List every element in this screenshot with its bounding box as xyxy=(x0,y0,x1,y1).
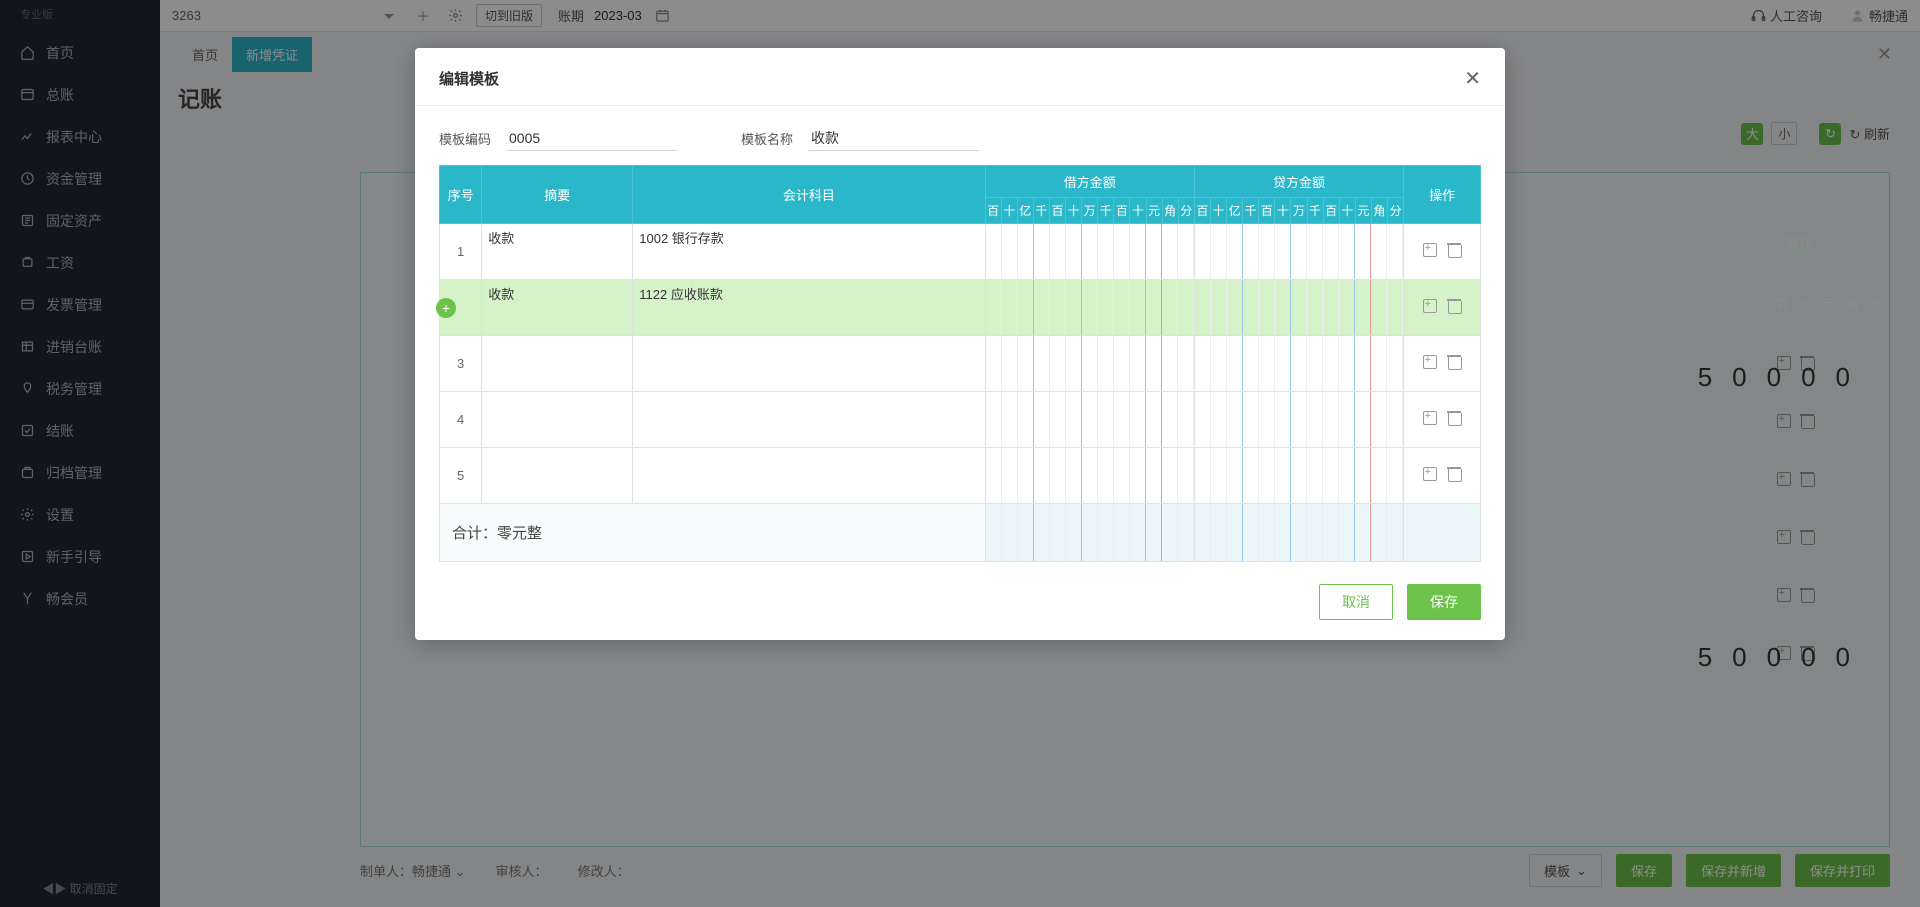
cell-debit[interactable] xyxy=(985,280,1194,336)
th-unit: 十 xyxy=(1001,198,1017,224)
delete-row-icon[interactable] xyxy=(1448,411,1462,425)
cell-debit[interactable] xyxy=(985,448,1194,504)
th-unit: 十 xyxy=(1339,198,1355,224)
template-name-input[interactable] xyxy=(809,126,979,151)
cell-account[interactable]: 1122 应收账款 xyxy=(633,280,985,336)
table-row: 4 xyxy=(440,392,1481,448)
th-unit: 元 xyxy=(1355,198,1371,224)
th-unit: 亿 xyxy=(1227,198,1243,224)
th-summary: 摘要 xyxy=(482,166,633,224)
th-unit: 百 xyxy=(1114,198,1130,224)
cell-seq: 3 xyxy=(440,336,482,392)
cell-ops xyxy=(1404,224,1481,280)
table-row: +收款1122 应收账款 xyxy=(440,280,1481,336)
cell-credit[interactable] xyxy=(1194,448,1403,504)
th-unit: 角 xyxy=(1371,198,1387,224)
th-unit: 分 xyxy=(1387,198,1403,224)
delete-row-icon[interactable] xyxy=(1448,299,1462,313)
edit-template-modal: 编辑模板 ✕ 模板编码 模板名称 序号 摘要 xyxy=(415,48,1505,640)
copy-row-icon[interactable] xyxy=(1423,467,1437,481)
copy-row-icon[interactable] xyxy=(1423,243,1437,257)
th-seq: 序号 xyxy=(440,166,482,224)
th-account: 会计科目 xyxy=(633,166,985,224)
cell-account[interactable] xyxy=(633,392,985,448)
cancel-button[interactable]: 取消 xyxy=(1319,584,1393,620)
th-unit: 百 xyxy=(1259,198,1275,224)
th-unit: 千 xyxy=(1098,198,1114,224)
th-unit: 十 xyxy=(1275,198,1291,224)
th-unit: 元 xyxy=(1146,198,1162,224)
th-unit: 万 xyxy=(1082,198,1098,224)
table-row: 3 xyxy=(440,336,1481,392)
th-unit: 百 xyxy=(985,198,1001,224)
cell-ops xyxy=(1404,336,1481,392)
th-unit: 十 xyxy=(1066,198,1082,224)
cell-debit[interactable] xyxy=(985,392,1194,448)
cell-seq: 5 xyxy=(440,448,482,504)
copy-row-icon[interactable] xyxy=(1423,411,1437,425)
modal-title: 编辑模板 xyxy=(439,68,499,89)
delete-row-icon[interactable] xyxy=(1448,355,1462,369)
th-unit: 百 xyxy=(1194,198,1210,224)
cell-account[interactable] xyxy=(633,336,985,392)
th-unit: 十 xyxy=(1130,198,1146,224)
th-credit: 贷方金额 xyxy=(1194,166,1403,198)
cell-ops xyxy=(1404,448,1481,504)
delete-row-icon[interactable] xyxy=(1448,243,1462,257)
cell-credit[interactable] xyxy=(1194,336,1403,392)
save-button[interactable]: 保存 xyxy=(1407,584,1481,620)
th-ops: 操作 xyxy=(1404,166,1481,224)
th-unit: 亿 xyxy=(1017,198,1033,224)
th-unit: 千 xyxy=(1307,198,1323,224)
cell-account[interactable]: 1002 银行存款 xyxy=(633,224,985,280)
template-code-label: 模板编码 xyxy=(439,129,491,148)
modal-close-icon[interactable]: ✕ xyxy=(1464,66,1481,91)
th-unit: 角 xyxy=(1162,198,1178,224)
th-debit: 借方金额 xyxy=(985,166,1194,198)
th-unit: 百 xyxy=(1049,198,1065,224)
th-unit: 十 xyxy=(1210,198,1226,224)
cell-debit[interactable] xyxy=(985,336,1194,392)
table-row: 1收款1002 银行存款 xyxy=(440,224,1481,280)
cell-credit[interactable] xyxy=(1194,280,1403,336)
cell-debit[interactable] xyxy=(985,224,1194,280)
cell-credit[interactable] xyxy=(1194,224,1403,280)
th-unit: 百 xyxy=(1323,198,1339,224)
th-unit: 分 xyxy=(1178,198,1194,224)
template-code-input[interactable] xyxy=(507,126,677,151)
cell-ops xyxy=(1404,392,1481,448)
copy-row-icon[interactable] xyxy=(1423,355,1437,369)
cell-summary[interactable] xyxy=(482,392,633,448)
th-unit: 万 xyxy=(1291,198,1307,224)
cell-seq: 1 xyxy=(440,224,482,280)
th-unit: 千 xyxy=(1243,198,1259,224)
cell-summary[interactable]: 收款 xyxy=(482,280,633,336)
cell-credit[interactable] xyxy=(1194,392,1403,448)
cell-account[interactable] xyxy=(633,448,985,504)
delete-row-icon[interactable] xyxy=(1448,467,1462,481)
th-unit: 千 xyxy=(1033,198,1049,224)
cell-summary[interactable] xyxy=(482,448,633,504)
copy-row-icon[interactable] xyxy=(1423,299,1437,313)
template-table: 序号 摘要 会计科目 借方金额 贷方金额 操作 百十亿千百十万千百十元角分百十亿… xyxy=(439,165,1481,562)
add-row-button[interactable]: + xyxy=(436,298,456,318)
total-row: 合计：零元整 xyxy=(440,504,1481,562)
table-row: 5 xyxy=(440,448,1481,504)
cell-seq: 4 xyxy=(440,392,482,448)
cell-ops xyxy=(1404,280,1481,336)
cell-summary[interactable] xyxy=(482,336,633,392)
cell-seq: + xyxy=(440,280,482,336)
cell-summary[interactable]: 收款 xyxy=(482,224,633,280)
template-name-label: 模板名称 xyxy=(741,129,793,148)
